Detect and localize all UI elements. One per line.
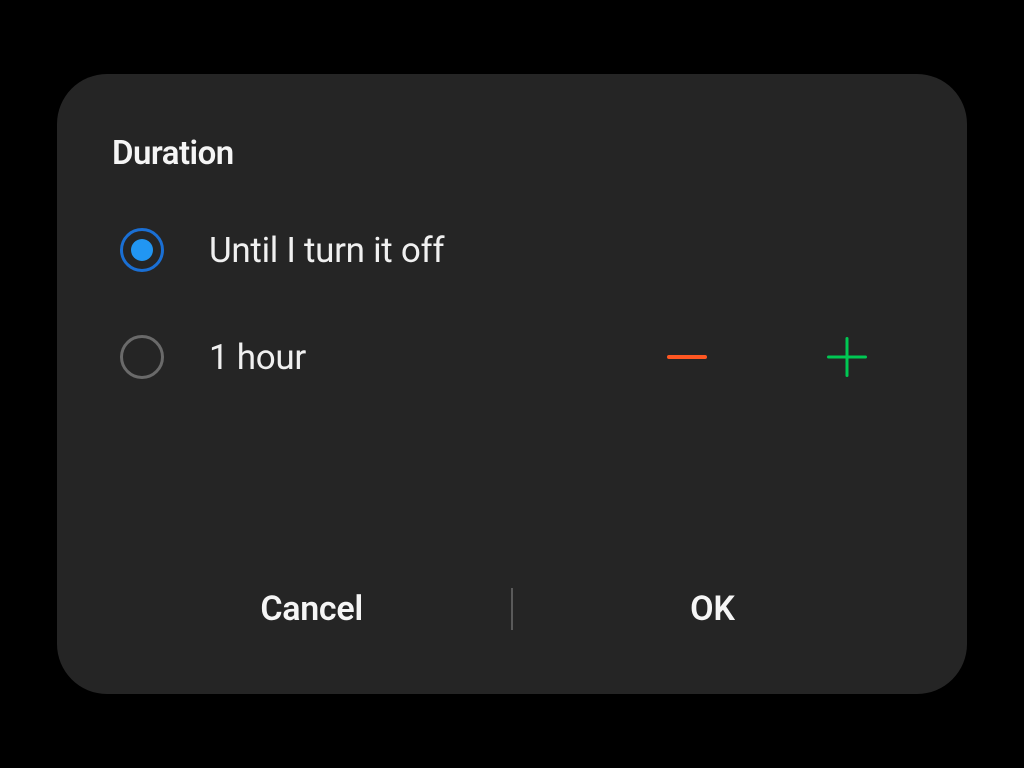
- cancel-button[interactable]: Cancel: [112, 574, 511, 644]
- duration-dialog: Duration Until I turn it off 1 hour Canc…: [57, 74, 967, 694]
- dialog-buttons: Cancel OK: [112, 574, 912, 664]
- option-until-off-label: Until I turn it off: [209, 230, 912, 271]
- duration-stepper: [662, 332, 872, 382]
- decrease-button[interactable]: [662, 332, 712, 382]
- ok-button[interactable]: OK: [513, 574, 912, 644]
- radio-unselected-icon: [120, 335, 164, 379]
- increase-button[interactable]: [822, 332, 872, 382]
- option-timed[interactable]: 1 hour: [112, 332, 912, 382]
- options-group: Until I turn it off 1 hour: [112, 228, 912, 554]
- plus-icon: [827, 337, 867, 377]
- option-timed-label: 1 hour: [209, 337, 617, 378]
- radio-selected-icon: [120, 228, 164, 272]
- minus-icon: [667, 355, 707, 359]
- dialog-title: Duration: [112, 134, 912, 173]
- option-until-off[interactable]: Until I turn it off: [112, 228, 912, 272]
